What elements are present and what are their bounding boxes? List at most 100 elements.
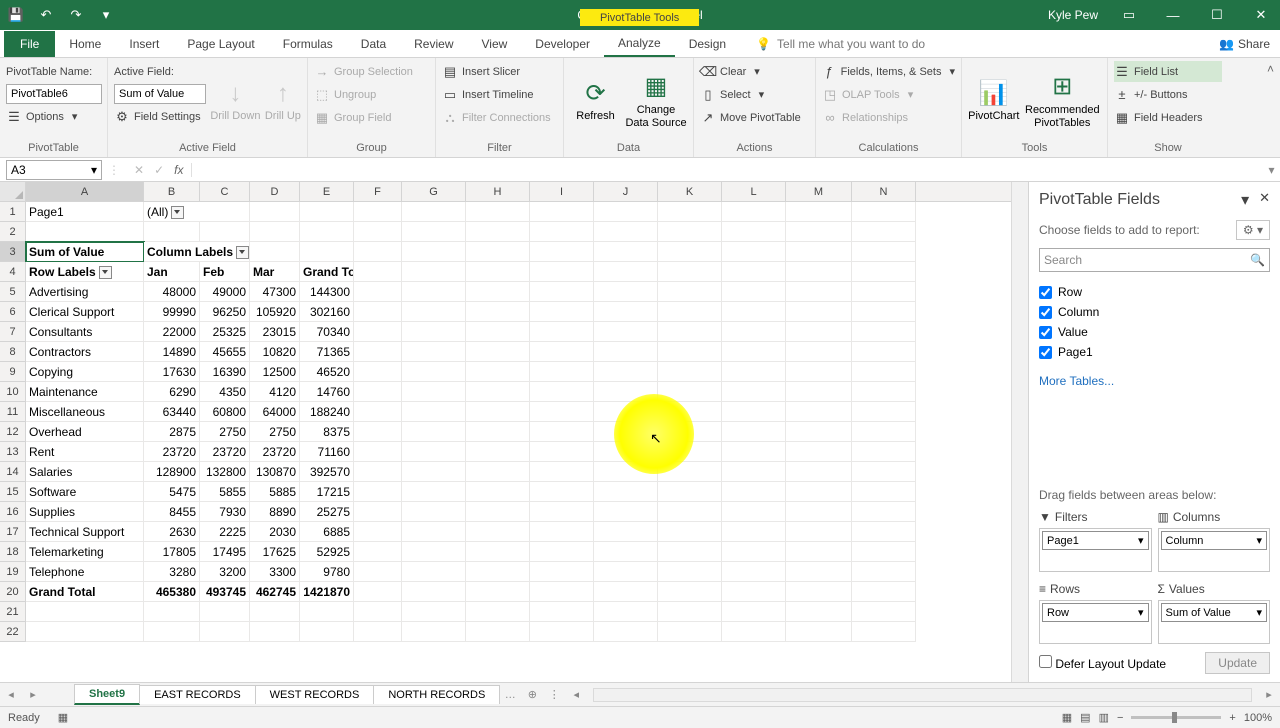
cell[interactable] bbox=[402, 362, 466, 382]
cell[interactable] bbox=[852, 422, 916, 442]
col-header-B[interactable]: B bbox=[144, 182, 200, 201]
chevron-down-icon[interactable]: ▾ bbox=[1256, 606, 1262, 619]
cell[interactable] bbox=[354, 282, 402, 302]
cell[interactable] bbox=[402, 562, 466, 582]
col-header-E[interactable]: E bbox=[300, 182, 354, 201]
cell[interactable] bbox=[786, 562, 852, 582]
col-header-M[interactable]: M bbox=[786, 182, 852, 201]
row-header[interactable]: 3 bbox=[0, 242, 26, 262]
cell[interactable]: 25275 bbox=[300, 502, 354, 522]
cell[interactable] bbox=[402, 242, 466, 262]
pane-dropdown-icon[interactable]: ▾ bbox=[1241, 190, 1249, 210]
pane-close-button[interactable]: ✕ bbox=[1259, 190, 1270, 210]
tab-developer[interactable]: Developer bbox=[521, 31, 604, 56]
cell[interactable] bbox=[354, 602, 402, 622]
cell[interactable]: 70340 bbox=[300, 322, 354, 342]
cell[interactable] bbox=[402, 622, 466, 642]
more-tables-link[interactable]: More Tables... bbox=[1029, 368, 1280, 394]
cell[interactable] bbox=[786, 202, 852, 222]
cell[interactable] bbox=[658, 442, 722, 462]
field-settings-button[interactable]: ⚙Field Settings bbox=[114, 106, 206, 127]
cell[interactable] bbox=[402, 522, 466, 542]
cell[interactable] bbox=[852, 242, 916, 262]
maximize-button[interactable]: ☐ bbox=[1204, 7, 1230, 23]
field-checkbox[interactable] bbox=[1039, 306, 1052, 319]
cell[interactable] bbox=[722, 342, 786, 362]
cell[interactable] bbox=[786, 382, 852, 402]
cell[interactable] bbox=[852, 462, 916, 482]
cell[interactable] bbox=[722, 382, 786, 402]
cell[interactable] bbox=[402, 582, 466, 602]
cell[interactable] bbox=[530, 242, 594, 262]
cell[interactable] bbox=[144, 222, 200, 242]
pane-search-input[interactable]: Search 🔍 bbox=[1039, 248, 1270, 272]
cell[interactable]: 128900 bbox=[144, 462, 200, 482]
cell[interactable] bbox=[530, 542, 594, 562]
cell[interactable] bbox=[466, 502, 530, 522]
cell[interactable] bbox=[466, 282, 530, 302]
row-header[interactable]: 6 bbox=[0, 302, 26, 322]
sheet-tab-sheet9[interactable]: Sheet9 bbox=[74, 684, 140, 705]
cell[interactable] bbox=[466, 442, 530, 462]
row-header[interactable]: 8 bbox=[0, 342, 26, 362]
cell[interactable] bbox=[722, 442, 786, 462]
sheet-nav-next[interactable]: ▸ bbox=[22, 688, 44, 701]
cell[interactable] bbox=[594, 322, 658, 342]
row-header[interactable]: 2 bbox=[0, 222, 26, 242]
cell[interactable] bbox=[466, 342, 530, 362]
chevron-down-icon[interactable]: ▾ bbox=[1138, 534, 1144, 547]
values-drop-area[interactable]: Sum of Value▾ bbox=[1158, 600, 1271, 644]
cell[interactable] bbox=[786, 342, 852, 362]
row-header[interactable]: 7 bbox=[0, 322, 26, 342]
undo-icon[interactable]: ↶ bbox=[38, 7, 54, 23]
cell[interactable]: 23720 bbox=[250, 442, 300, 462]
cell[interactable] bbox=[466, 322, 530, 342]
cell[interactable] bbox=[354, 342, 402, 362]
cell[interactable] bbox=[852, 522, 916, 542]
sheet-tab-west[interactable]: WEST RECORDS bbox=[255, 685, 375, 704]
cell[interactable] bbox=[530, 422, 594, 442]
cell[interactable] bbox=[354, 202, 402, 222]
tab-file[interactable]: File bbox=[4, 31, 55, 57]
cell[interactable] bbox=[354, 442, 402, 462]
close-button[interactable]: ✕ bbox=[1248, 7, 1274, 23]
group-field-button[interactable]: ▦Group Field bbox=[314, 107, 429, 128]
row-header[interactable]: 21 bbox=[0, 602, 26, 622]
row-header[interactable]: 9 bbox=[0, 362, 26, 382]
cell[interactable] bbox=[466, 462, 530, 482]
cell[interactable] bbox=[354, 222, 402, 242]
cell[interactable] bbox=[594, 402, 658, 422]
cell[interactable]: Telephone bbox=[26, 562, 144, 582]
drill-up-button[interactable]: ↑Drill Up bbox=[265, 61, 301, 142]
cell[interactable] bbox=[250, 222, 300, 242]
cell[interactable]: 16390 bbox=[200, 362, 250, 382]
insert-timeline-button[interactable]: ▭Insert Timeline bbox=[442, 84, 557, 105]
row-header[interactable]: 19 bbox=[0, 562, 26, 582]
zoom-slider[interactable] bbox=[1131, 716, 1221, 719]
cell[interactable] bbox=[722, 462, 786, 482]
macro-record-icon[interactable]: ▦ bbox=[58, 711, 68, 724]
cell[interactable] bbox=[250, 242, 300, 262]
minimize-button[interactable]: — bbox=[1160, 8, 1186, 23]
cell[interactable]: Telemarketing bbox=[26, 542, 144, 562]
cell[interactable] bbox=[722, 302, 786, 322]
cell[interactable]: 71365 bbox=[300, 342, 354, 362]
cell[interactable] bbox=[722, 602, 786, 622]
cell[interactable] bbox=[852, 582, 916, 602]
cell[interactable]: 17625 bbox=[250, 542, 300, 562]
cell[interactable] bbox=[722, 262, 786, 282]
cell[interactable] bbox=[530, 342, 594, 362]
field-item[interactable]: Column bbox=[1039, 302, 1270, 322]
cell[interactable]: 23720 bbox=[200, 442, 250, 462]
cell[interactable] bbox=[658, 562, 722, 582]
cell[interactable] bbox=[594, 382, 658, 402]
cell[interactable] bbox=[354, 582, 402, 602]
cell[interactable]: 302160 bbox=[300, 302, 354, 322]
field-list-toggle[interactable]: ☰Field List bbox=[1114, 61, 1222, 82]
filters-drop-area[interactable]: Page1▾ bbox=[1039, 528, 1152, 572]
cell[interactable] bbox=[722, 502, 786, 522]
cell[interactable]: 12500 bbox=[250, 362, 300, 382]
cell[interactable]: Grand Total bbox=[26, 582, 144, 602]
cell[interactable]: 2750 bbox=[250, 422, 300, 442]
row-filter-button[interactable] bbox=[99, 266, 112, 279]
